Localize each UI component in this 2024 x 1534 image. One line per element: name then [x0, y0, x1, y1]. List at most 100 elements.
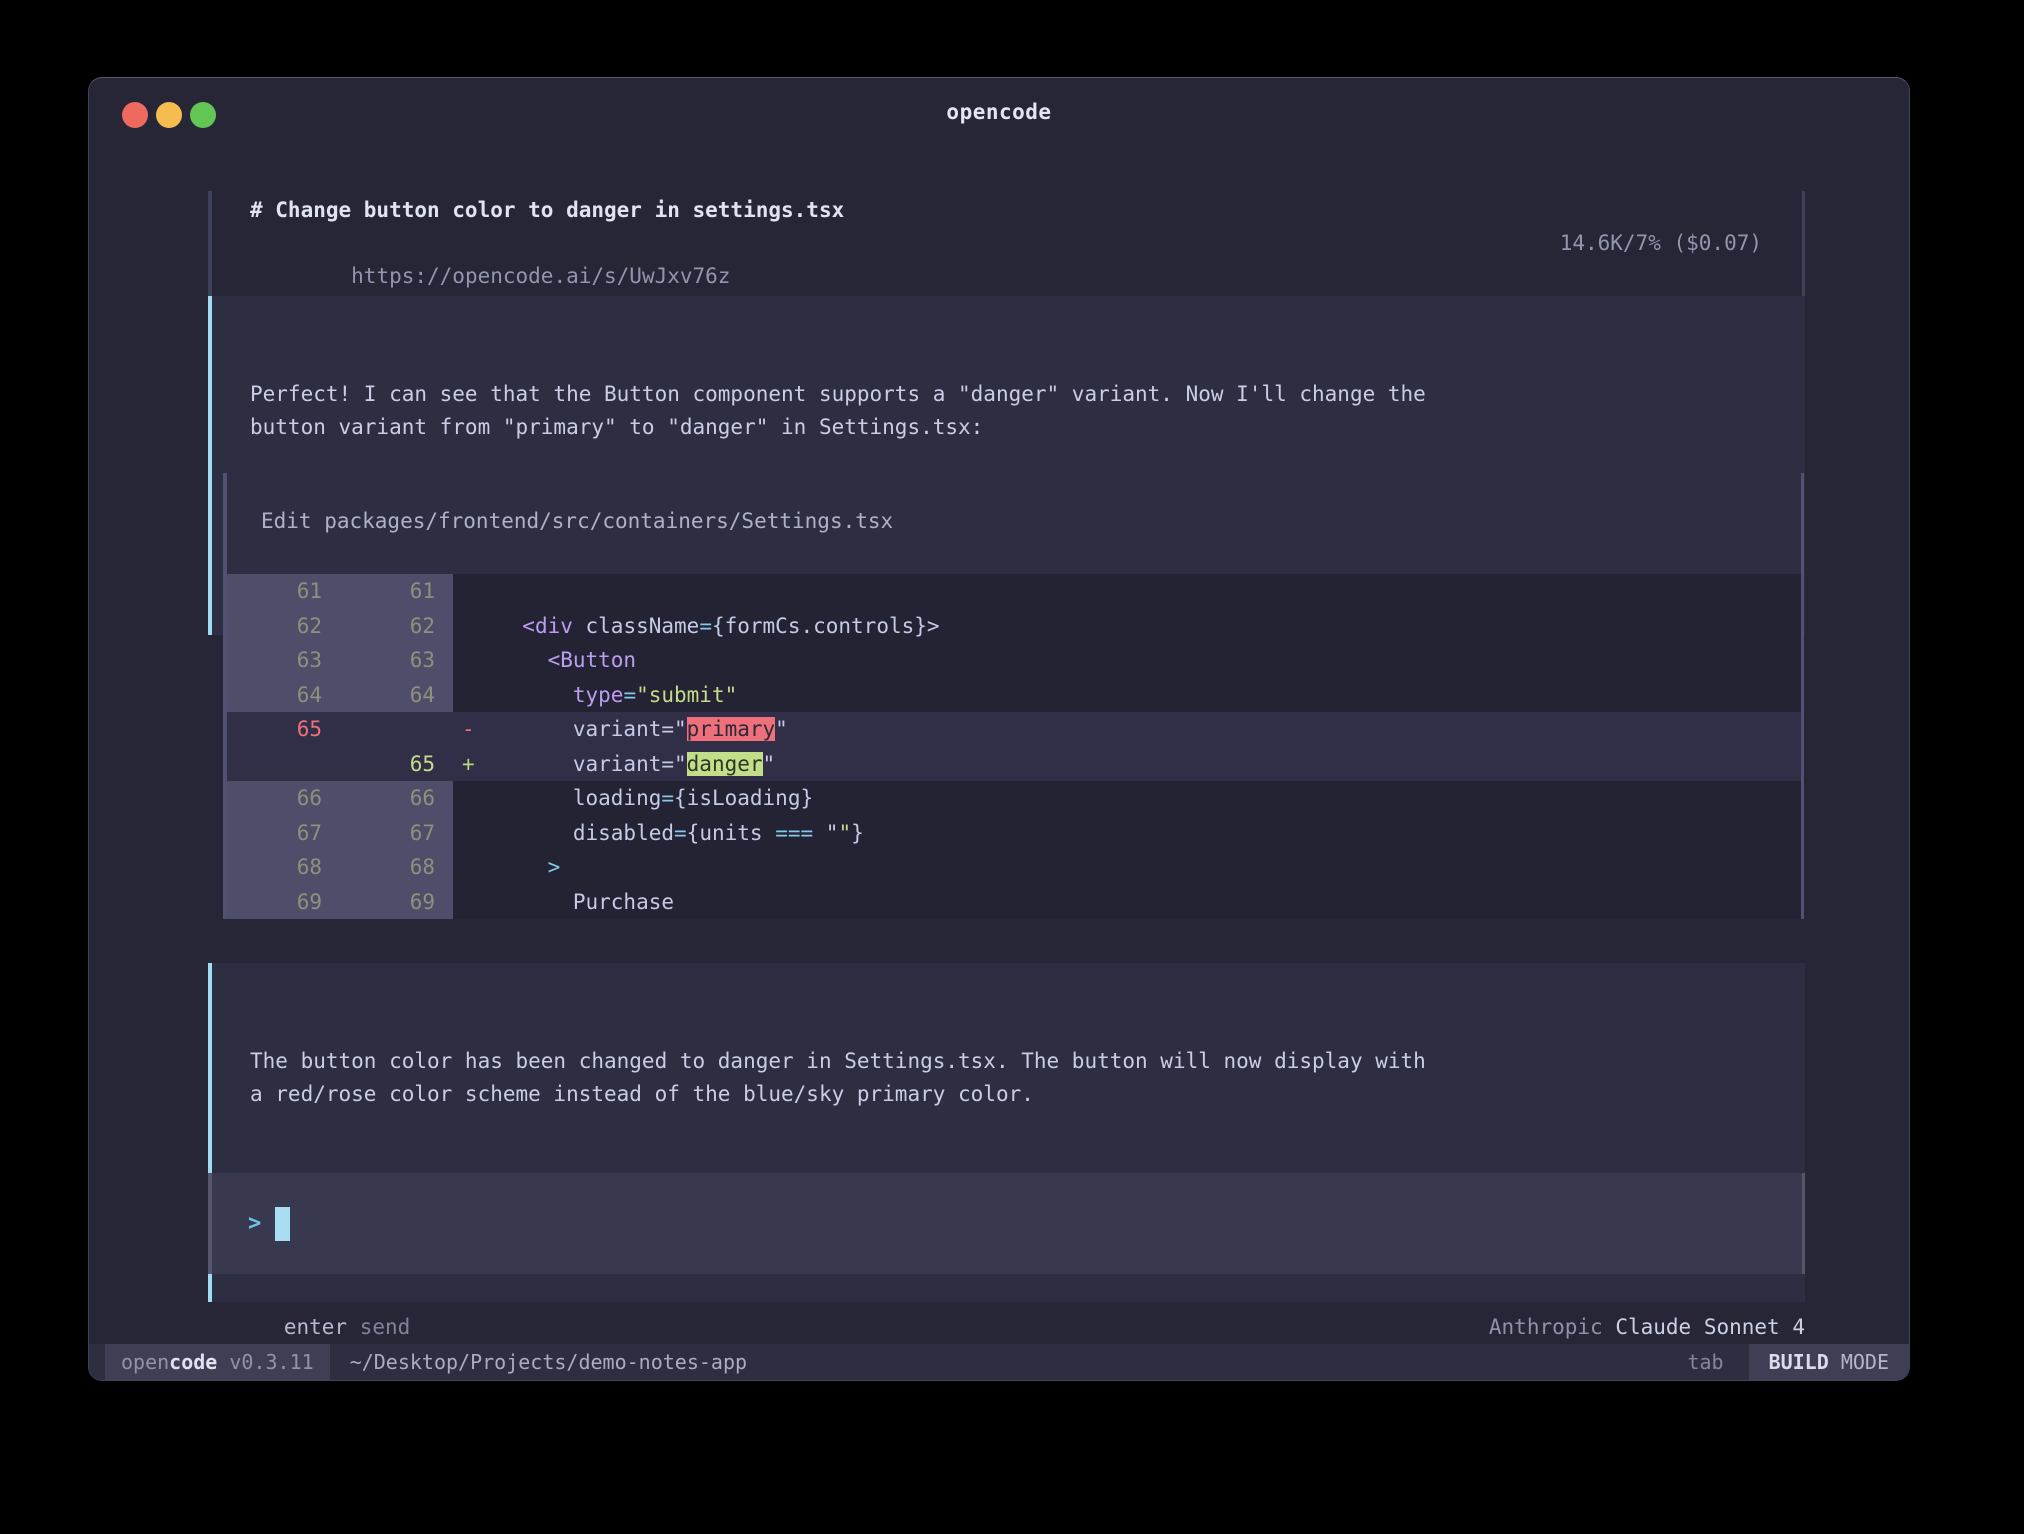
message-line: button variant from "primary" to "danger…: [250, 411, 1767, 444]
diff-row: 65+ variant="danger": [227, 747, 1801, 782]
edit-file-path: Edit packages/frontend/src/containers/Se…: [227, 505, 1801, 538]
code-segment: className: [573, 614, 699, 638]
prompt-input[interactable]: >: [208, 1173, 1805, 1274]
prompt-symbol: >: [248, 1211, 261, 1236]
line-number-old: 64: [227, 678, 340, 713]
working-directory: ~/Desktop/Projects/demo-notes-app: [350, 1344, 1666, 1380]
line-number-old: 61: [227, 574, 340, 609]
code-segment: Purchase: [573, 890, 674, 914]
diff-code-area: disabled={units === ""}: [453, 816, 1801, 851]
code-line: <Button: [483, 643, 636, 678]
code-segment: ": [775, 717, 788, 741]
message-line: The button color has been changed to dan…: [250, 1045, 1767, 1078]
line-number-old: 65: [227, 712, 340, 747]
code-segment: =: [699, 614, 712, 638]
diff-marker: [453, 678, 483, 713]
line-number-new: 69: [340, 885, 453, 920]
code-segment: disabled: [573, 821, 674, 845]
message-body: The button color has been changed to dan…: [250, 1045, 1767, 1111]
code-segment: {formCs.controls}>: [712, 614, 940, 638]
code-segment: =: [661, 786, 674, 810]
line-number-old: 66: [227, 781, 340, 816]
diff-code-area: loading={isLoading}: [453, 781, 1801, 816]
diff-marker: [453, 574, 483, 609]
code-line: disabled={units === ""}: [483, 816, 864, 851]
text-cursor: [275, 1207, 290, 1241]
diff-code-area: type="submit": [453, 678, 1801, 713]
code-segment: }: [851, 821, 864, 845]
code-segment: {units: [687, 821, 776, 845]
code-segment: [497, 614, 522, 638]
diff-row: 6868 >: [227, 850, 1801, 885]
code-segment: ": [826, 821, 839, 845]
mode-suffix: MODE: [1841, 1350, 1889, 1374]
model-label: [1603, 1315, 1616, 1339]
status-bar: opencode v0.3.11 ~/Desktop/Projects/demo…: [89, 1344, 1909, 1380]
code-line: Purchase: [483, 885, 674, 920]
line-number-old: [227, 747, 340, 782]
code-segment: [497, 683, 573, 707]
message-line: a red/rose color scheme instead of the b…: [250, 1078, 1767, 1111]
title-bar: opencode: [89, 78, 1909, 146]
code-segment: <Button: [548, 648, 637, 672]
send-action-hint: send: [360, 1315, 411, 1339]
code-line: type="submit": [483, 678, 737, 713]
model-label[interactable]: Claude Sonnet 4: [1615, 1315, 1805, 1339]
line-number-old: 62: [227, 609, 340, 644]
app-version-chip: opencode v0.3.11: [105, 1344, 330, 1380]
enter-key-hint: enter: [284, 1315, 347, 1339]
code-segment: =: [623, 683, 636, 707]
diff-marker: [453, 816, 483, 851]
diff-view: 61616262 <div className={formCs.controls…: [227, 574, 1801, 919]
code-segment: type: [573, 683, 624, 707]
code-segment: primary: [687, 717, 776, 741]
window-title: opencode: [89, 100, 1909, 124]
diff-marker: [453, 781, 483, 816]
app-version: v0.3.11: [229, 1350, 313, 1374]
diff-row: 6666 loading={isLoading}: [227, 781, 1801, 816]
line-number-new: 67: [340, 816, 453, 851]
code-segment: variant=": [497, 717, 687, 741]
diff-code-area: Purchase: [453, 885, 1801, 920]
diff-row: 6262 <div className={formCs.controls}>: [227, 609, 1801, 644]
mode-indicator[interactable]: BUILD MODE: [1749, 1344, 1909, 1380]
mode-name: BUILD: [1769, 1350, 1829, 1374]
code-segment: =: [674, 821, 687, 845]
code-segment: ===: [775, 821, 813, 845]
mode-suffix: [1829, 1350, 1841, 1374]
line-number-old: 69: [227, 885, 340, 920]
diff-row: 6969 Purchase: [227, 885, 1801, 920]
line-number-new: 66: [340, 781, 453, 816]
send-action-hint: [347, 1315, 360, 1339]
code-segment: ": [838, 821, 851, 845]
message-body: Perfect! I can see that the Button compo…: [250, 378, 1767, 444]
code-line: <div className={formCs.controls}>: [483, 609, 940, 644]
diff-code-area: - variant="primary": [453, 712, 1801, 747]
edit-tool-card: Edit packages/frontend/src/containers/Se…: [223, 473, 1804, 919]
line-number-old: 67: [227, 816, 340, 851]
diff-marker: [453, 609, 483, 644]
app-name-suffix: code: [169, 1350, 217, 1374]
code-segment: >: [548, 855, 561, 879]
line-number-new: 63: [340, 643, 453, 678]
share-url[interactable]: https://opencode.ai/s/UwJxv76z: [351, 264, 730, 288]
code-line: [483, 574, 497, 609]
diff-row: 6464 type="submit": [227, 678, 1801, 713]
line-number-old: 68: [227, 850, 340, 885]
message-line: Perfect! I can see that the Button compo…: [250, 378, 1767, 411]
code-segment: "submit": [636, 683, 737, 707]
code-line: variant="danger": [483, 747, 775, 782]
code-segment: <div: [522, 614, 573, 638]
session-title: # Change button color to danger in setti…: [250, 194, 844, 227]
code-segment: [497, 890, 573, 914]
opencode-window: opencode # Change button color to danger…: [88, 77, 1910, 1381]
diff-marker: [453, 643, 483, 678]
code-segment: [497, 855, 548, 879]
line-number-new: 61: [340, 574, 453, 609]
diff-marker: [453, 885, 483, 920]
diff-code-area: [453, 574, 1801, 609]
diff-row: 6767 disabled={units === ""}: [227, 816, 1801, 851]
diff-code-area: <div className={formCs.controls}>: [453, 609, 1801, 644]
code-segment: [497, 648, 548, 672]
tab-key-hint[interactable]: tab: [1665, 1344, 1745, 1380]
